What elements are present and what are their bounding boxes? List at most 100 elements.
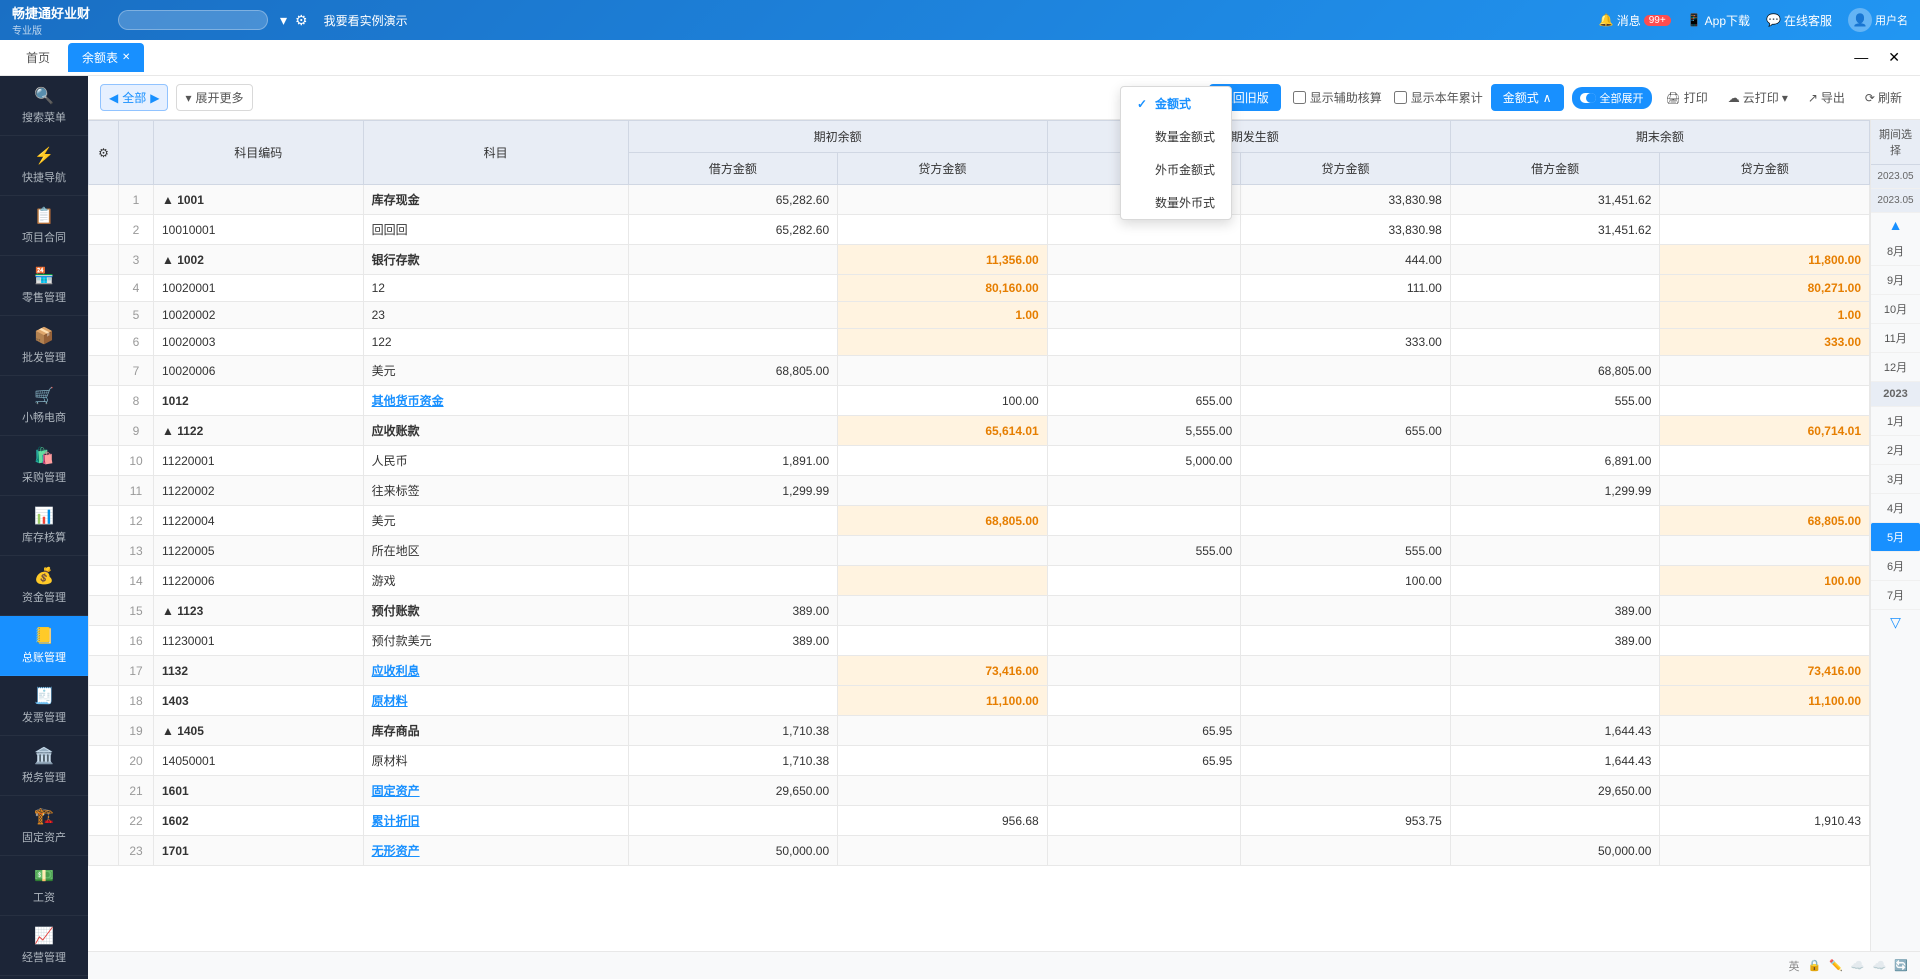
export-button[interactable]: ↗ 导出 xyxy=(1802,85,1851,110)
settings-top-icon[interactable]: ⚙ xyxy=(295,12,308,29)
table-row[interactable]: 1211220004美元68,805.0068,805.00 xyxy=(89,506,1870,536)
sidebar-item-ledger[interactable]: 📒 总账管理 xyxy=(0,616,88,676)
demo-text[interactable]: 我要看实例演示 xyxy=(324,12,408,29)
status-lock-icon[interactable]: 🔒 xyxy=(1807,959,1821,972)
table-row[interactable]: 1▲ 1001库存现金65,282.6033,830.9831,451.62 xyxy=(89,185,1870,215)
amount-style-dropdown: ✓ 金额式 数量金额式 外币金额式 数量外币式 xyxy=(1120,86,1232,220)
date-month-11[interactable]: 11月 xyxy=(1871,324,1920,353)
cell-rownum: 21 xyxy=(119,776,154,806)
date-month-8[interactable]: 8月 xyxy=(1871,237,1920,266)
sidebar-item-quicknav[interactable]: ⚡ 快捷导航 xyxy=(0,136,88,196)
table-row[interactable]: 510020002231.001.00 xyxy=(89,302,1870,329)
all-button[interactable]: ◀ 全部 ▶ xyxy=(100,84,168,111)
status-edit-icon[interactable]: ✏️ xyxy=(1829,959,1843,972)
sidebar-item-invoice[interactable]: 🧾 发票管理 xyxy=(0,676,88,736)
sidebar-item-inventory[interactable]: 📊 库存核算 xyxy=(0,496,88,556)
expand-more-button[interactable]: ▾ 展开更多 xyxy=(176,84,252,111)
table-row[interactable]: 221602累计折旧956.68953.751,910.43 xyxy=(89,806,1870,836)
user-avatar[interactable]: 👤 用户名 xyxy=(1848,8,1908,32)
sidebar-item-purchase[interactable]: 🛍️ 采购管理 xyxy=(0,436,88,496)
cell-opening-credit xyxy=(838,185,1048,215)
cell-period-credit xyxy=(1241,716,1451,746)
date-month-7[interactable]: 7月 xyxy=(1871,581,1920,610)
yearly-input[interactable] xyxy=(1394,91,1407,104)
app-download-btn[interactable]: 📱 App下载 xyxy=(1687,12,1750,29)
online-service-btn[interactable]: 💬 在线客服 xyxy=(1766,12,1832,29)
dropdown-item-foreign-amount[interactable]: 外币金额式 xyxy=(1121,153,1231,186)
date-up-chevron[interactable]: ▲ xyxy=(1871,213,1920,237)
sidebar-item-payroll[interactable]: 💵 工资 xyxy=(0,856,88,916)
dropdown-item-qty-foreign[interactable]: 数量外币式 xyxy=(1121,186,1231,219)
sidebar-item-operations[interactable]: 📈 经营管理 xyxy=(0,916,88,976)
dropdown-item-qty-amount[interactable]: 数量金额式 xyxy=(1121,120,1231,153)
sidebar-item-ecommerce[interactable]: 🛒 小畅电商 xyxy=(0,376,88,436)
table-row[interactable]: 610020003122333.00333.00 xyxy=(89,329,1870,356)
sidebar-item-tax[interactable]: 🏛️ 税务管理 xyxy=(0,736,88,796)
date-entry-2[interactable]: 2023.05 xyxy=(1871,189,1920,213)
table-row[interactable]: 231701无形资产50,000.0050,000.00 xyxy=(89,836,1870,866)
status-cloud-icon2[interactable]: ☁️ xyxy=(1873,959,1887,972)
sidebar-item-funds[interactable]: 💰 资金管理 xyxy=(0,556,88,616)
sidebar-item-projects[interactable]: 📋 项目合同 xyxy=(0,196,88,256)
table-row[interactable]: 4100200011280,160.00111.0080,271.00 xyxy=(89,275,1870,302)
cell-opening-debit xyxy=(628,656,838,686)
refresh-button[interactable]: ⟳ 刷新 xyxy=(1859,85,1908,110)
date-month-3[interactable]: 3月 xyxy=(1871,465,1920,494)
cloud-print-button[interactable]: ☁ 云打印 ▾ xyxy=(1722,85,1794,110)
date-month-1[interactable]: 1月 xyxy=(1871,407,1920,436)
tab-balance[interactable]: 余额表 ✕ xyxy=(68,43,144,72)
amount-style-button[interactable]: 金额式 ∧ xyxy=(1491,84,1564,111)
dropdown-arrow[interactable]: ▾ xyxy=(280,12,287,29)
date-year-2023[interactable]: 2023 xyxy=(1871,382,1920,407)
dropdown-item-label-1: 数量金额式 xyxy=(1155,128,1215,145)
cell-closing-debit xyxy=(1450,656,1660,686)
table-row[interactable]: 1011220001人民币1,891.005,000.006,891.00 xyxy=(89,446,1870,476)
print-button[interactable]: 🖨 打印 xyxy=(1660,85,1714,110)
table-row[interactable]: 1411220006游戏100.00100.00 xyxy=(89,566,1870,596)
table-row[interactable]: 210010001回回回65,282.6033,830.9831,451.62 xyxy=(89,215,1870,245)
close-icon[interactable]: ✕ xyxy=(1880,47,1908,68)
date-month-12[interactable]: 12月 xyxy=(1871,353,1920,382)
table-row[interactable]: 1111220002往来标签1,299.991,299.99 xyxy=(89,476,1870,506)
date-month-6[interactable]: 6月 xyxy=(1871,552,1920,581)
date-month-4[interactable]: 4月 xyxy=(1871,494,1920,523)
table-row[interactable]: 81012其他货币资金100.00655.00555.00 xyxy=(89,386,1870,416)
date-month-2[interactable]: 2月 xyxy=(1871,436,1920,465)
sidebar-item-assets[interactable]: 🏗️ 固定资产 xyxy=(0,796,88,856)
table-row[interactable]: 2014050001原材料1,710.3865.951,644.43 xyxy=(89,746,1870,776)
date-entry-1[interactable]: 2023.05 xyxy=(1871,165,1920,189)
table-row[interactable]: 1611230001预付款美元389.00389.00 xyxy=(89,626,1870,656)
show-yearly-checkbox[interactable]: 显示本年累计 xyxy=(1394,89,1483,106)
table-row[interactable]: 9▲ 1122应收账款65,614.015,555.00655.0060,714… xyxy=(89,416,1870,446)
date-month-10[interactable]: 10月 xyxy=(1871,295,1920,324)
date-down-chevron[interactable]: ▽ xyxy=(1871,610,1920,635)
status-lang[interactable]: 英 xyxy=(1788,958,1799,974)
cell-closing-debit: 68,805.00 xyxy=(1450,356,1660,386)
date-month-5[interactable]: 5月 xyxy=(1871,523,1920,552)
sidebar-item-wholesale[interactable]: 📦 批发管理 xyxy=(0,316,88,376)
show-auxiliary-checkbox[interactable]: 显示辅助核算 xyxy=(1293,89,1382,106)
sidebar-item-retail[interactable]: 🏪 零售管理 xyxy=(0,256,88,316)
minimize-icon[interactable]: — xyxy=(1846,47,1876,68)
tab-close-icon[interactable]: ✕ xyxy=(122,52,130,63)
status-cloud-icon1[interactable]: ☁️ xyxy=(1851,959,1865,972)
table-row[interactable]: 171132应收利息73,416.0073,416.00 xyxy=(89,656,1870,686)
cell-code: 14050001 xyxy=(154,746,364,776)
table-row[interactable]: 3▲ 1002银行存款11,356.00444.0011,800.00 xyxy=(89,245,1870,275)
status-sync-icon[interactable]: 🔄 xyxy=(1894,959,1908,972)
th-settings[interactable]: ⚙ xyxy=(89,121,119,185)
top-search-input[interactable] xyxy=(118,10,268,30)
notifications-btn[interactable]: 🔔 消息 99+ xyxy=(1599,12,1671,29)
auxiliary-input[interactable] xyxy=(1293,91,1306,104)
table-row[interactable]: 19▲ 1405库存商品1,710.3865.951,644.43 xyxy=(89,716,1870,746)
sidebar-item-search[interactable]: 🔍 搜索菜单 xyxy=(0,76,88,136)
tab-home[interactable]: 首页 xyxy=(12,43,64,72)
date-month-9[interactable]: 9月 xyxy=(1871,266,1920,295)
expand-all-toggle[interactable]: 全部展开 xyxy=(1572,87,1652,109)
table-row[interactable]: 211601固定资产29,650.0029,650.00 xyxy=(89,776,1870,806)
table-row[interactable]: 181403原材料11,100.0011,100.00 xyxy=(89,686,1870,716)
table-row[interactable]: 1311220005所在地区555.00555.00 xyxy=(89,536,1870,566)
dropdown-item-amount[interactable]: ✓ 金额式 xyxy=(1121,87,1231,120)
table-row[interactable]: 710020006美元68,805.0068,805.00 xyxy=(89,356,1870,386)
table-row[interactable]: 15▲ 1123预付账款389.00389.00 xyxy=(89,596,1870,626)
